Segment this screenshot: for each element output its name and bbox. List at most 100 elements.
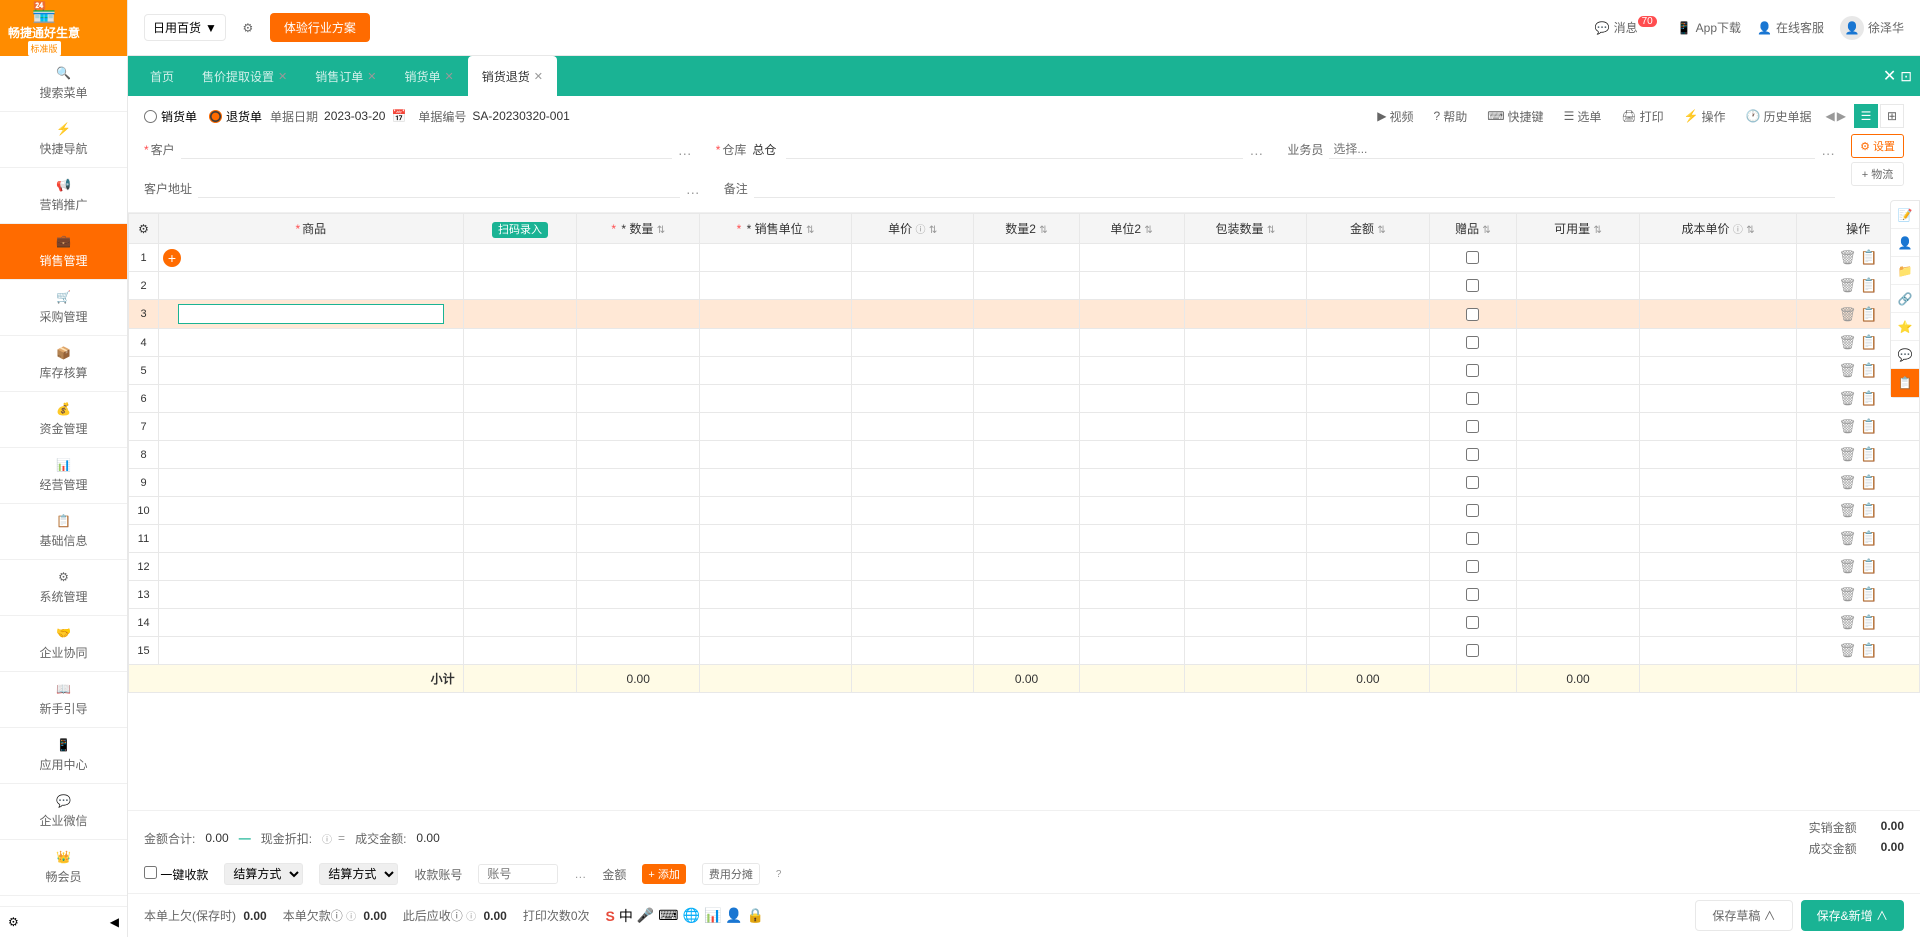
unit-cell-13[interactable] xyxy=(700,581,852,609)
gift-checkbox-10[interactable] xyxy=(1466,504,1479,517)
address-input[interactable] xyxy=(198,179,680,198)
trial-button[interactable]: 体验行业方案 xyxy=(270,13,370,42)
add-fee-button[interactable]: + 添加 xyxy=(642,864,685,884)
calendar-icon[interactable]: 📅 xyxy=(391,109,406,123)
user-item[interactable]: 👤 徐泽华 xyxy=(1840,16,1904,40)
right-panel-link[interactable]: 🔗 xyxy=(1891,285,1919,313)
qty-cell-4[interactable] xyxy=(577,329,700,357)
pkg-qty-cell-14[interactable] xyxy=(1184,609,1307,637)
right-panel-msg[interactable]: 💬 xyxy=(1891,341,1919,369)
settings-footer-icon[interactable]: ⚙ xyxy=(8,915,19,929)
price-sort[interactable]: ⇅ xyxy=(929,225,937,236)
sidebar-item-cooperation[interactable]: 🤝 企业协同 xyxy=(0,616,127,672)
unit-cell-9[interactable] xyxy=(700,469,852,497)
unit-cell-5[interactable] xyxy=(700,357,852,385)
collect-info-icon[interactable]: ⓘ xyxy=(466,912,476,923)
pkg-qty-cell-12[interactable] xyxy=(1184,553,1307,581)
copy-icon-2[interactable]: 📋 xyxy=(1860,277,1877,294)
fee-split-button[interactable]: 费用分摊 xyxy=(702,863,760,885)
delete-icon-11[interactable]: 🗑 xyxy=(1839,530,1857,547)
qty2-cell-15[interactable] xyxy=(974,637,1079,665)
gift-checkbox-6[interactable] xyxy=(1466,392,1479,405)
pkg-qty-cell-13[interactable] xyxy=(1184,581,1307,609)
delete-icon-15[interactable]: 🗑 xyxy=(1839,642,1857,659)
unit-cell-10[interactable] xyxy=(700,497,852,525)
unit-cell-15[interactable] xyxy=(700,637,852,665)
sidebar-item-search[interactable]: 🔍 搜索菜单 xyxy=(0,56,127,112)
qty2-cell-14[interactable] xyxy=(974,609,1079,637)
unit2-sort[interactable]: ⇅ xyxy=(1144,225,1152,236)
gift-checkbox-13[interactable] xyxy=(1466,588,1479,601)
tab-sales-return-close[interactable]: ✕ xyxy=(534,70,543,83)
price-cell-6[interactable] xyxy=(851,385,974,413)
operate-btn[interactable]: ⚡ 操作 xyxy=(1678,105,1732,128)
unit-sort[interactable]: ⇅ xyxy=(806,225,814,236)
sidebar-item-member[interactable]: 👑 畅会员 xyxy=(0,840,127,896)
gift-checkbox-1[interactable] xyxy=(1466,251,1479,264)
save-new-button[interactable]: 保存&新增 ∧ xyxy=(1801,900,1904,931)
qty-cell-14[interactable] xyxy=(577,609,700,637)
note-input[interactable] xyxy=(754,179,1835,198)
right-panel-folder[interactable]: 📁 xyxy=(1891,257,1919,285)
customer-input[interactable] xyxy=(181,140,672,159)
delete-icon-9[interactable]: 🗑 xyxy=(1839,474,1857,491)
online-service-item[interactable]: 👤 在线客服 xyxy=(1757,19,1824,36)
qty2-cell-1[interactable] xyxy=(974,244,1079,272)
unit-cell-3[interactable] xyxy=(700,300,852,329)
unit-cell-14[interactable] xyxy=(700,609,852,637)
qty2-cell-6[interactable] xyxy=(974,385,1079,413)
pkg-sort[interactable]: ⇅ xyxy=(1267,225,1275,236)
grid-view-btn[interactable]: ⊞ xyxy=(1880,104,1904,128)
tab-sales-close[interactable]: ✕ xyxy=(445,70,454,83)
delete-icon-10[interactable]: 🗑 xyxy=(1839,502,1857,519)
delete-icon-4[interactable]: 🗑 xyxy=(1839,334,1857,351)
qty2-cell-13[interactable] xyxy=(974,581,1079,609)
address-select-btn[interactable]: … xyxy=(686,181,700,197)
amount-cell-6[interactable] xyxy=(1307,385,1430,413)
sidebar-item-marketing[interactable]: 📢 营销推广 xyxy=(0,168,127,224)
price-cell-13[interactable] xyxy=(851,581,974,609)
debt-info-icon[interactable]: ⓘ xyxy=(346,912,356,923)
copy-icon-12[interactable]: 📋 xyxy=(1860,558,1877,575)
tab-sales[interactable]: 销货单 ✕ xyxy=(390,56,467,96)
price-info-icon[interactable]: ⓘ xyxy=(915,225,925,236)
sidebar-item-inventory[interactable]: 📦 库存核算 xyxy=(0,336,127,392)
delete-icon-2[interactable]: 🗑 xyxy=(1839,277,1857,294)
qty2-cell-10[interactable] xyxy=(974,497,1079,525)
pkg-qty-cell-1[interactable] xyxy=(1184,244,1307,272)
gift-cell-14[interactable] xyxy=(1429,609,1517,637)
amount-cell-15[interactable] xyxy=(1307,637,1430,665)
gift-cell-8[interactable] xyxy=(1429,441,1517,469)
amount-sort[interactable]: ⇅ xyxy=(1377,225,1385,236)
qty-cell-2[interactable] xyxy=(577,272,700,300)
qty2-cell-4[interactable] xyxy=(974,329,1079,357)
tab-price-setting[interactable]: 售价提取设置 ✕ xyxy=(188,56,301,96)
copy-icon-11[interactable]: 📋 xyxy=(1860,530,1877,547)
product-cell-10[interactable] xyxy=(159,497,464,525)
price-cell-4[interactable] xyxy=(851,329,974,357)
settings-button[interactable]: ⚙ 设置 xyxy=(1851,134,1904,158)
qty-cell-9[interactable] xyxy=(577,469,700,497)
product-cell-2[interactable] xyxy=(159,272,464,300)
qty-cell-3[interactable] xyxy=(577,300,700,329)
gift-cell-2[interactable] xyxy=(1429,272,1517,300)
price-cell-15[interactable] xyxy=(851,637,974,665)
price-cell-9[interactable] xyxy=(851,469,974,497)
gift-checkbox-14[interactable] xyxy=(1466,616,1479,629)
gift-checkbox-3[interactable] xyxy=(1466,308,1479,321)
gift-cell-6[interactable] xyxy=(1429,385,1517,413)
copy-icon-10[interactable]: 📋 xyxy=(1860,502,1877,519)
unit-cell-12[interactable] xyxy=(700,553,852,581)
amount-cell-12[interactable] xyxy=(1307,553,1430,581)
pkg-qty-cell-11[interactable] xyxy=(1184,525,1307,553)
sidebar-item-guide[interactable]: 📖 新手引导 xyxy=(0,672,127,728)
save-draft-button[interactable]: 保存草稿 ∧ xyxy=(1695,900,1792,931)
product-cell-12[interactable] xyxy=(159,553,464,581)
equals-btn[interactable]: = xyxy=(338,831,345,845)
copy-icon-13[interactable]: 📋 xyxy=(1860,586,1877,603)
gift-cell-15[interactable] xyxy=(1429,637,1517,665)
prev-arrow[interactable]: ◀ xyxy=(1826,109,1835,123)
gift-checkbox-11[interactable] xyxy=(1466,532,1479,545)
qty2-cell-8[interactable] xyxy=(974,441,1079,469)
product-cell-5[interactable] xyxy=(159,357,464,385)
